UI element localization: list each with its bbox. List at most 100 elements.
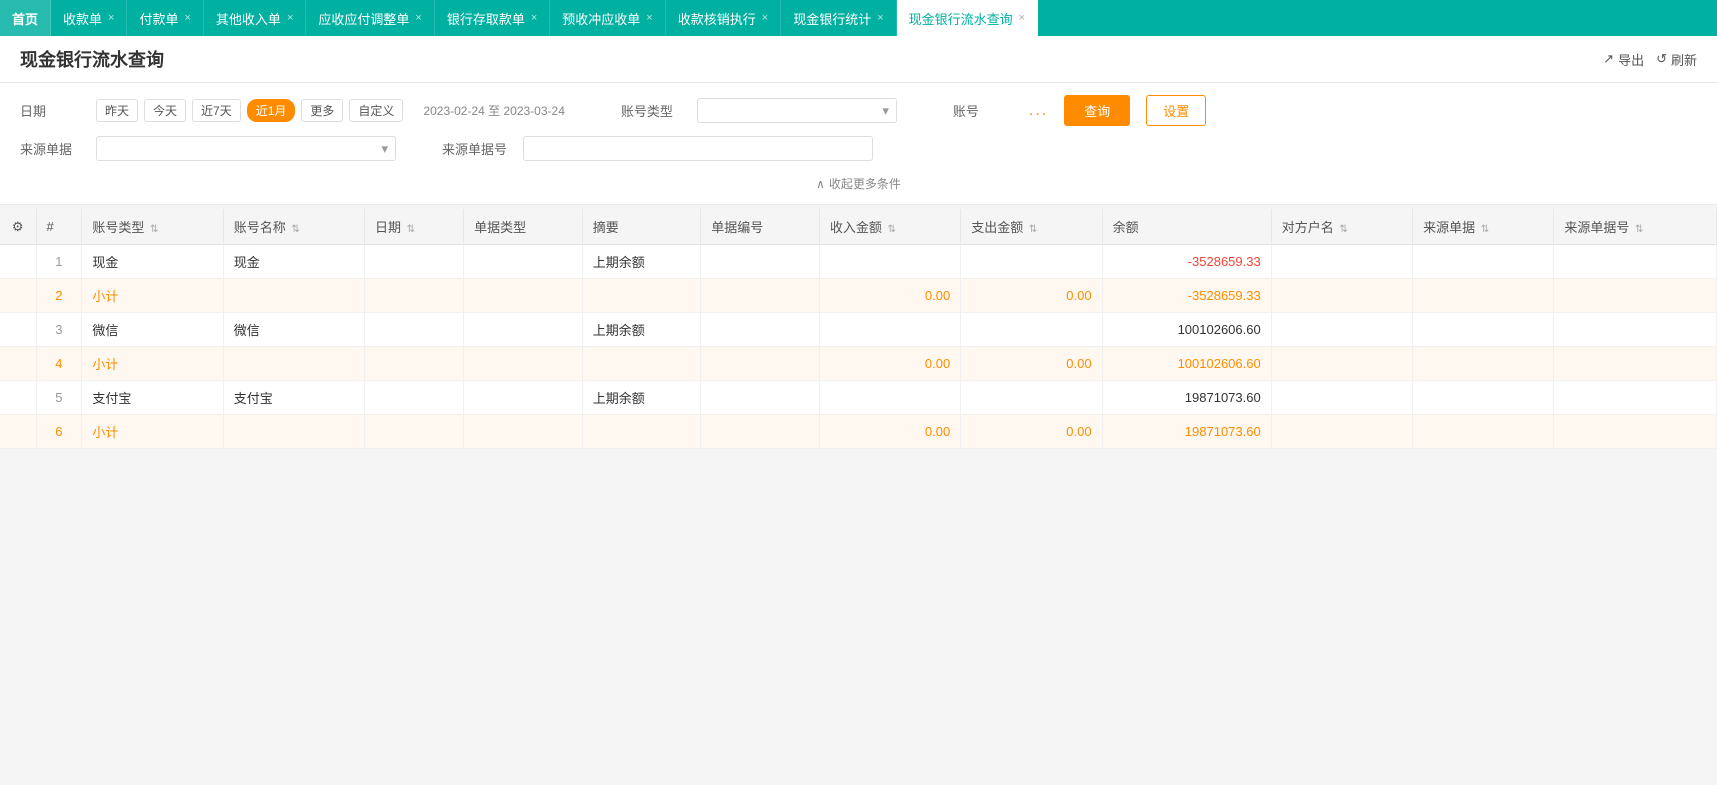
col-account-name[interactable]: 账号名称 ⇅ — [223, 209, 364, 245]
source-doc-cell — [1413, 347, 1554, 381]
col-account-name-label: 账号名称 — [234, 220, 286, 235]
col-balance: 余额 — [1102, 209, 1271, 245]
row-checkbox — [0, 347, 36, 381]
col-doc-type-label: 单据类型 — [474, 220, 526, 235]
col-date[interactable]: 日期 ⇅ — [365, 209, 464, 245]
close-icon[interactable]: × — [108, 12, 114, 24]
nav-item-shoukundan[interactable]: 收款单 × — [51, 0, 127, 36]
filter-row-date: 日期 昨天 今天 近7天 近1月 更多 自定义 2023-02-24 至 202… — [20, 95, 1697, 126]
balance-cell: 100102606.60 — [1102, 347, 1271, 381]
row-index: 3 — [36, 313, 82, 347]
dots-button[interactable]: ... — [1029, 102, 1048, 120]
date-btn-more[interactable]: 更多 — [301, 99, 343, 122]
close-icon[interactable]: × — [762, 12, 768, 24]
export-label: 导出 — [1618, 50, 1644, 69]
nav-label: 银行存取款单 — [447, 9, 525, 28]
close-icon[interactable]: × — [1019, 12, 1025, 24]
col-summary-label: 摘要 — [593, 220, 619, 235]
close-icon[interactable]: × — [287, 12, 293, 24]
close-icon[interactable]: × — [415, 12, 421, 24]
source-doc-no-input[interactable] — [523, 136, 873, 161]
date-cell — [365, 381, 464, 415]
gear-icon[interactable]: ⚙ — [12, 219, 24, 234]
date-btn-yesterday[interactable]: 昨天 — [96, 99, 138, 122]
counterpart-cell — [1271, 415, 1412, 449]
summary-cell: 上期余额 — [582, 245, 701, 279]
close-icon[interactable]: × — [184, 12, 190, 24]
col-settings[interactable]: ⚙ — [0, 209, 36, 245]
row-checkbox — [0, 381, 36, 415]
date-btn-custom[interactable]: 自定义 — [349, 99, 403, 122]
source-doc-no-cell — [1554, 381, 1717, 415]
counterpart-cell — [1271, 313, 1412, 347]
balance-cell: 100102606.60 — [1102, 313, 1271, 347]
date-cell — [365, 245, 464, 279]
col-doc-no-label: 单据编号 — [711, 220, 763, 235]
date-btn-1month[interactable]: 近1月 — [247, 99, 296, 122]
col-source-doc[interactable]: 来源单据 ⇅ — [1413, 209, 1554, 245]
nav-item-yinhang[interactable]: 银行存取款单 × — [435, 0, 550, 36]
expense-cell: 0.00 — [961, 279, 1102, 313]
row-index: 4 — [36, 347, 82, 381]
query-button[interactable]: 查询 — [1064, 95, 1130, 126]
row-index: 5 — [36, 381, 82, 415]
account-type-cell: 小计 — [82, 415, 223, 449]
nav-item-yushou[interactable]: 预收冲应收单 × — [550, 0, 665, 36]
close-icon[interactable]: × — [531, 12, 537, 24]
date-btn-7days[interactable]: 近7天 — [192, 99, 241, 122]
expense-cell: 0.00 — [961, 347, 1102, 381]
nav-item-shoukuan[interactable]: 收款核销执行 × — [666, 0, 781, 36]
table-container: ⚙ # 账号类型 ⇅ 账号名称 ⇅ 日期 ⇅ 单据类型 — [0, 209, 1717, 449]
col-counterpart[interactable]: 对方户名 ⇅ — [1271, 209, 1412, 245]
nav-item-yingshou[interactable]: 应收应付调整单 × — [306, 0, 434, 36]
top-navigation: 首页 收款单 × 付款单 × 其他收入单 × 应收应付调整单 × 银行存取款单 … — [0, 0, 1717, 36]
date-cell — [365, 313, 464, 347]
refresh-button[interactable]: ↺ 刷新 — [1656, 50, 1697, 69]
account-type-select-wrapper: 现金 微信 支付宝 — [697, 98, 897, 123]
account-type-cell: 支付宝 — [82, 381, 223, 415]
nav-item-qitashouru[interactable]: 其他收入单 × — [204, 0, 306, 36]
doc-no-cell — [701, 245, 820, 279]
export-icon: ↗ — [1603, 51, 1614, 67]
sort-icon: ⇅ — [1339, 224, 1347, 235]
source-doc-cell — [1413, 313, 1554, 347]
table-row: 4小计0.000.00100102606.60 — [0, 347, 1717, 381]
source-doc-select[interactable] — [96, 136, 396, 161]
source-doc-no-cell — [1554, 415, 1717, 449]
account-no-label: 账号 — [953, 101, 1013, 120]
col-account-type[interactable]: 账号类型 ⇅ — [82, 209, 223, 245]
collapse-bar[interactable]: ∧ 收起更多条件 — [20, 171, 1697, 196]
row-checkbox — [0, 415, 36, 449]
source-doc-cell — [1413, 245, 1554, 279]
nav-home[interactable]: 首页 — [0, 0, 51, 36]
nav-label: 其他收入单 — [216, 9, 281, 28]
account-name-cell — [223, 347, 364, 381]
nav-item-liushui[interactable]: 现金银行流水查询 × — [897, 0, 1038, 36]
account-name-cell: 微信 — [223, 313, 364, 347]
col-expense[interactable]: 支出金额 ⇅ — [961, 209, 1102, 245]
account-type-cell: 小计 — [82, 279, 223, 313]
refresh-label: 刷新 — [1671, 50, 1697, 69]
close-icon[interactable]: × — [646, 12, 652, 24]
nav-item-fukundan[interactable]: 付款单 × — [127, 0, 203, 36]
nav-label: 现金银行流水查询 — [909, 9, 1013, 28]
account-type-select[interactable]: 现金 微信 支付宝 — [697, 98, 897, 123]
date-btn-today[interactable]: 今天 — [144, 99, 186, 122]
nav-item-xianjin-stat[interactable]: 现金银行统计 × — [781, 0, 896, 36]
expense-cell: 0.00 — [961, 415, 1102, 449]
source-doc-no-cell — [1554, 245, 1717, 279]
col-source-doc-no[interactable]: 来源单据号 ⇅ — [1554, 209, 1717, 245]
source-doc-no-cell — [1554, 347, 1717, 381]
setting-button[interactable]: 设置 — [1146, 95, 1206, 126]
summary-cell: 上期余额 — [582, 313, 701, 347]
income-cell — [819, 245, 960, 279]
summary-cell — [582, 279, 701, 313]
sort-icon: ⇅ — [407, 224, 415, 235]
col-doc-no: 单据编号 — [701, 209, 820, 245]
export-button[interactable]: ↗ 导出 — [1603, 50, 1644, 69]
col-source-doc-label: 来源单据 — [1423, 220, 1475, 235]
col-income[interactable]: 收入金额 ⇅ — [819, 209, 960, 245]
balance-cell: -3528659.33 — [1102, 279, 1271, 313]
close-icon[interactable]: × — [877, 12, 883, 24]
col-doc-type: 单据类型 — [464, 209, 583, 245]
